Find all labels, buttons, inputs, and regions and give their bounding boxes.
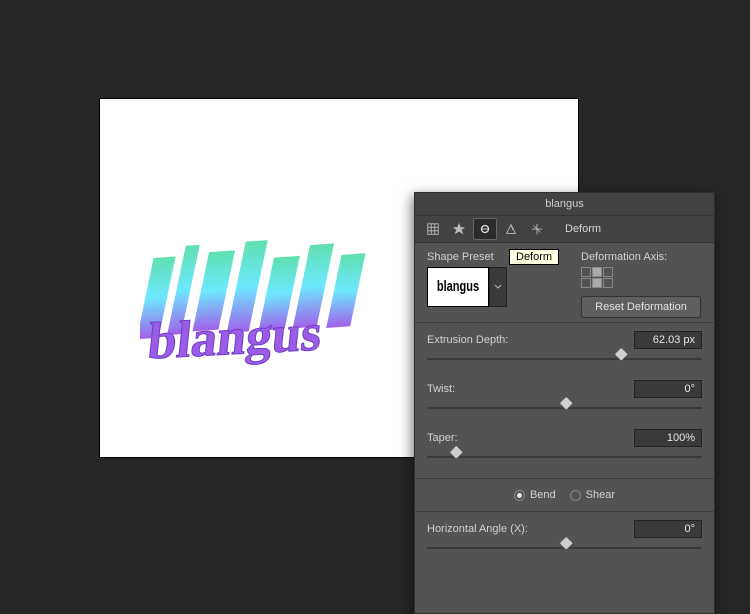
extrusion-depth-slider[interactable] — [427, 352, 702, 366]
deformation-axis-label: Deformation Axis: — [581, 251, 702, 263]
shape-preset-thumbnail[interactable]: blangus — [427, 267, 489, 307]
shear-radio-label: Shear — [586, 489, 615, 501]
panel-tab-bar: Deform — [415, 215, 714, 243]
twist-slider[interactable] — [427, 401, 702, 415]
properties-panel: blangus Deform Shape Preset blangus — [414, 192, 715, 614]
extrusion-depth-value[interactable]: 62.03 px — [634, 331, 702, 349]
shear-radio[interactable]: Shear — [570, 489, 615, 501]
deform-tooltip: Deform — [509, 249, 559, 265]
preset-thumb-text: blangus — [437, 279, 479, 295]
horizontal-angle-value[interactable]: 0° — [634, 520, 702, 538]
deform-tab-icon[interactable] — [473, 218, 497, 240]
taper-slider[interactable] — [427, 450, 702, 464]
shape-preset-dropdown[interactable] — [489, 267, 507, 307]
chevron-down-icon — [494, 283, 502, 291]
twist-value[interactable]: 0° — [634, 380, 702, 398]
horizontal-angle-label: Horizontal Angle (X): — [427, 523, 528, 535]
bend-radio[interactable]: Bend — [514, 489, 556, 501]
radio-dot-icon — [570, 490, 581, 501]
radio-dot-icon — [514, 490, 525, 501]
extrusion-depth-label: Extrusion Depth: — [427, 334, 508, 346]
horizontal-angle-slider[interactable] — [427, 541, 702, 555]
active-tab-label: Deform — [565, 223, 601, 235]
bend-radio-label: Bend — [530, 489, 556, 501]
panel-title-bar[interactable]: blangus — [415, 193, 714, 215]
reset-deformation-button[interactable]: Reset Deformation — [581, 296, 701, 318]
cap-tab-icon[interactable] — [499, 218, 523, 240]
taper-value[interactable]: 100% — [634, 429, 702, 447]
panel-title: blangus — [545, 198, 584, 210]
star-tab-icon[interactable] — [447, 218, 471, 240]
coord-tab-icon[interactable] — [525, 218, 549, 240]
deformation-axis-selector[interactable] — [581, 267, 702, 288]
mesh-tab-icon[interactable] — [421, 218, 445, 240]
twist-label: Twist: — [427, 383, 455, 395]
taper-label: Taper: — [427, 432, 458, 444]
svg-text:blangus: blangus — [145, 304, 324, 371]
